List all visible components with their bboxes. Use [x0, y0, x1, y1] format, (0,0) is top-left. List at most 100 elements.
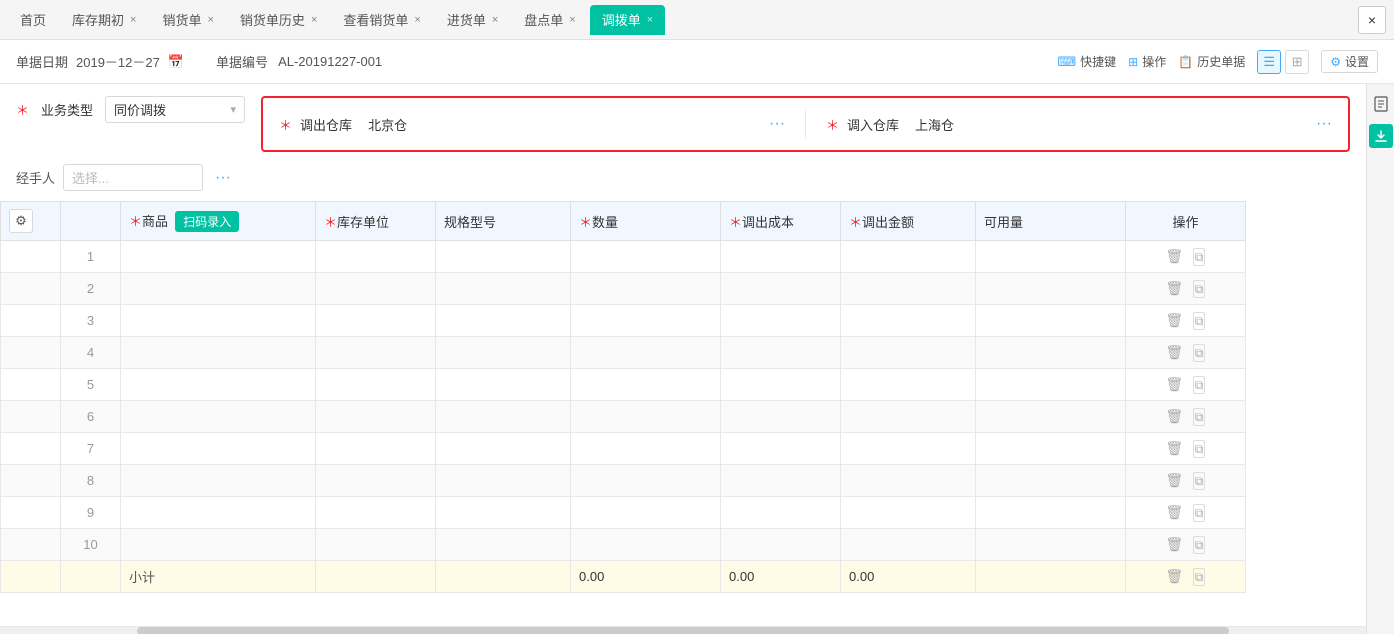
row-cost-2[interactable]	[721, 273, 841, 305]
row-product-2[interactable]	[121, 273, 316, 305]
row-qty-3[interactable]	[571, 305, 721, 337]
row-spec-9[interactable]	[436, 497, 571, 529]
row-spec-6[interactable]	[436, 401, 571, 433]
row-available-2[interactable]	[976, 273, 1126, 305]
row-amount-1[interactable]	[841, 241, 976, 273]
window-close-button[interactable]: ×	[1358, 6, 1386, 34]
row-spec-5[interactable]	[436, 369, 571, 401]
row-unit-10[interactable]	[316, 529, 436, 561]
row-spec-8[interactable]	[436, 465, 571, 497]
tab-purchase-order[interactable]: 进货单 ×	[435, 5, 510, 35]
row-product-8[interactable]	[121, 465, 316, 497]
tab-sales-history[interactable]: 销货单历史 ×	[228, 5, 329, 35]
settings-button[interactable]: ⚙ 设置	[1321, 50, 1378, 73]
row-available-4[interactable]	[976, 337, 1126, 369]
row-amount-3[interactable]	[841, 305, 976, 337]
business-type-select[interactable]: 同价调拨 ▾	[105, 96, 245, 123]
row-unit-9[interactable]	[316, 497, 436, 529]
row-delete-icon-3[interactable]: 🗑	[1166, 312, 1184, 328]
tab-inventory-check-close[interactable]: ×	[569, 14, 575, 26]
row-qty-9[interactable]	[571, 497, 721, 529]
row-copy-icon-8[interactable]: ⧉	[1193, 472, 1206, 490]
row-unit-2[interactable]	[316, 273, 436, 305]
row-amount-9[interactable]	[841, 497, 976, 529]
row-cost-6[interactable]	[721, 401, 841, 433]
row-qty-11[interactable]: 0.00	[571, 561, 721, 593]
row-available-3[interactable]	[976, 305, 1126, 337]
row-available-7[interactable]	[976, 433, 1126, 465]
row-copy-icon-4[interactable]: ⧉	[1193, 344, 1206, 362]
row-product-9[interactable]	[121, 497, 316, 529]
row-delete-icon-10[interactable]: 🗑	[1166, 536, 1184, 552]
row-available-11[interactable]	[976, 561, 1126, 593]
row-qty-2[interactable]	[571, 273, 721, 305]
row-spec-2[interactable]	[436, 273, 571, 305]
scrollbar-thumb[interactable]	[137, 627, 1230, 634]
col-header-gear[interactable]: ⚙	[1, 202, 61, 241]
row-cost-7[interactable]	[721, 433, 841, 465]
tab-transfer-order-close[interactable]: ×	[647, 14, 653, 26]
row-qty-7[interactable]	[571, 433, 721, 465]
person-more-icon[interactable]: ···	[215, 169, 231, 187]
person-select[interactable]: 选择...	[63, 164, 203, 191]
row-product-5[interactable]	[121, 369, 316, 401]
tab-view-sales-close[interactable]: ×	[414, 14, 420, 26]
tab-inventory-init[interactable]: 库存期初 ×	[60, 5, 148, 35]
row-cost-3[interactable]	[721, 305, 841, 337]
tab-sales-order-close[interactable]: ×	[207, 14, 213, 26]
row-available-5[interactable]	[976, 369, 1126, 401]
row-spec-10[interactable]	[436, 529, 571, 561]
row-delete-icon-11[interactable]: 🗑	[1166, 568, 1184, 584]
row-cost-11[interactable]: 0.00	[721, 561, 841, 593]
row-amount-4[interactable]	[841, 337, 976, 369]
row-cost-4[interactable]	[721, 337, 841, 369]
row-spec-11[interactable]	[436, 561, 571, 593]
row-delete-icon-5[interactable]: 🗑	[1166, 376, 1184, 392]
row-available-6[interactable]	[976, 401, 1126, 433]
row-delete-icon-8[interactable]: 🗑	[1166, 472, 1184, 488]
row-product-6[interactable]	[121, 401, 316, 433]
row-qty-10[interactable]	[571, 529, 721, 561]
row-product-10[interactable]	[121, 529, 316, 561]
row-available-1[interactable]	[976, 241, 1126, 273]
row-unit-3[interactable]	[316, 305, 436, 337]
row-product-1[interactable]	[121, 241, 316, 273]
row-qty-1[interactable]	[571, 241, 721, 273]
scan-entry-button[interactable]: 扫码录入	[175, 211, 239, 232]
transfer-out-more-icon[interactable]: ···	[769, 115, 785, 133]
tab-sales-history-close[interactable]: ×	[311, 14, 317, 26]
row-qty-5[interactable]	[571, 369, 721, 401]
grid-view-button[interactable]: ⊞	[1285, 50, 1309, 74]
row-spec-1[interactable]	[436, 241, 571, 273]
row-cost-10[interactable]	[721, 529, 841, 561]
calendar-icon[interactable]: 📅	[168, 54, 184, 70]
history-button[interactable]: 📋 历史单据	[1178, 53, 1245, 70]
row-copy-icon-9[interactable]: ⧉	[1193, 504, 1206, 522]
row-qty-6[interactable]	[571, 401, 721, 433]
row-cost-8[interactable]	[721, 465, 841, 497]
row-qty-4[interactable]	[571, 337, 721, 369]
row-product-3[interactable]	[121, 305, 316, 337]
row-product-7[interactable]	[121, 433, 316, 465]
tab-view-sales[interactable]: 查看销货单 ×	[331, 5, 432, 35]
tab-inventory-init-close[interactable]: ×	[130, 14, 136, 26]
actions-button[interactable]: ⊞ 操作	[1128, 53, 1166, 70]
tab-home[interactable]: 首页	[8, 5, 58, 35]
row-copy-icon-11[interactable]: ⧉	[1193, 568, 1206, 586]
tab-transfer-order[interactable]: 调拨单 ×	[590, 5, 665, 35]
row-copy-icon-1[interactable]: ⧉	[1193, 248, 1206, 266]
row-amount-5[interactable]	[841, 369, 976, 401]
row-amount-2[interactable]	[841, 273, 976, 305]
row-amount-6[interactable]	[841, 401, 976, 433]
row-unit-5[interactable]	[316, 369, 436, 401]
horizontal-scrollbar[interactable]	[0, 626, 1366, 634]
row-copy-icon-3[interactable]: ⧉	[1193, 312, 1206, 330]
row-delete-icon-4[interactable]: 🗑	[1166, 344, 1184, 360]
row-unit-11[interactable]	[316, 561, 436, 593]
row-spec-4[interactable]	[436, 337, 571, 369]
row-product-11[interactable]: 小计	[121, 561, 316, 593]
row-product-4[interactable]	[121, 337, 316, 369]
row-cost-5[interactable]	[721, 369, 841, 401]
tab-inventory-check[interactable]: 盘点单 ×	[512, 5, 587, 35]
row-unit-4[interactable]	[316, 337, 436, 369]
